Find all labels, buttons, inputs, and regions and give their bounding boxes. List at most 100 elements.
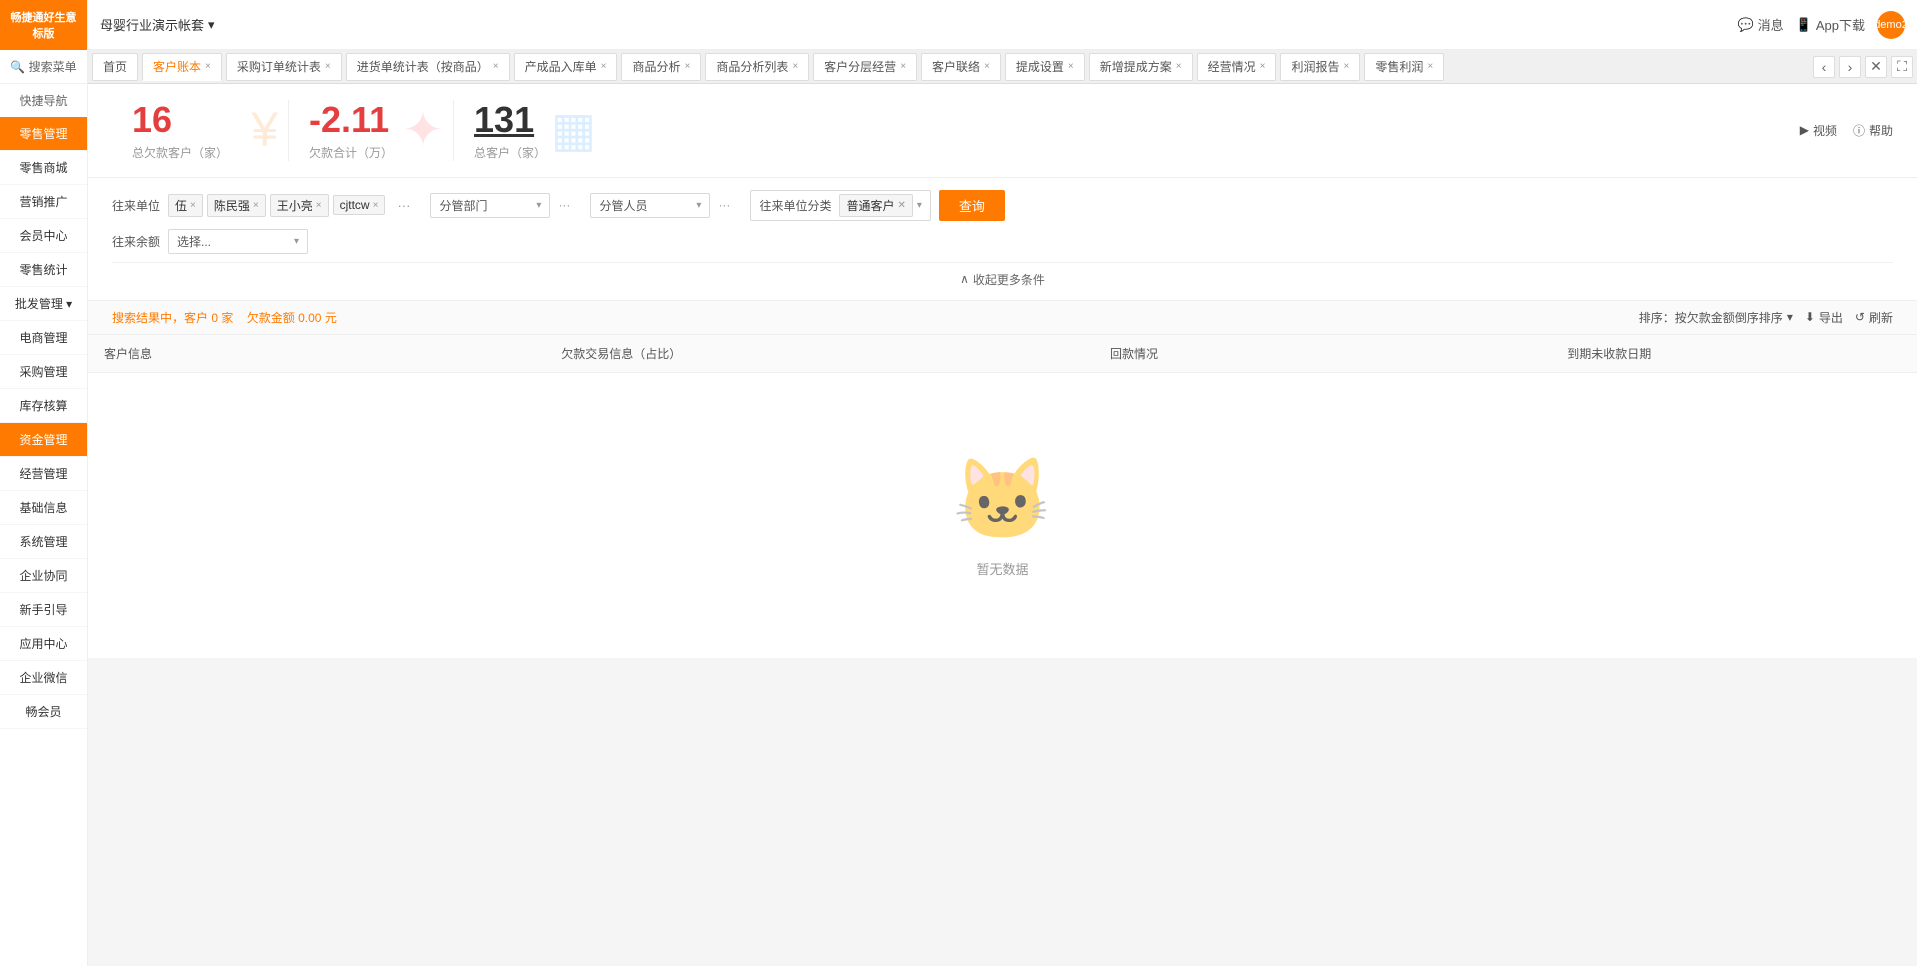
empty-text: 暂无数据 <box>976 559 1028 578</box>
sidebar-item-appstore[interactable]: 应用中心 <box>0 627 87 661</box>
sidebar-item-system[interactable]: 系统管理 <box>0 525 87 559</box>
sort-select[interactable]: 排序：按欠款金额倒序排序 ▾ <box>1639 309 1793 326</box>
results-bar: 搜索结果中，客户 0 家 欠款金额 0.00 元 排序：按欠款金额倒序排序 ▾ … <box>88 301 1917 335</box>
app-download-btn[interactable]: 📱 App下载 <box>1796 15 1865 34</box>
person-select[interactable]: 分管人员 ▾ <box>590 193 710 218</box>
export-icon: ⬇ <box>1805 310 1815 324</box>
col-customer-info: 客户信息 <box>88 335 545 373</box>
sidebar-item-enterprise[interactable]: 企业协同 <box>0 559 87 593</box>
tab-close-customer-contact[interactable]: × <box>984 61 990 72</box>
sidebar-item-marketing[interactable]: 营销推广 <box>0 185 87 219</box>
tab-close-product-analysis-list[interactable]: × <box>792 61 798 72</box>
tab-close-promotion-settings[interactable]: × <box>1068 61 1074 72</box>
tab-label-inbound-stats: 进货单统计表（按商品） <box>357 58 489 75</box>
sidebar-item-batch-manage[interactable]: 批发管理 ▾ <box>0 287 87 321</box>
message-btn[interactable]: 💬 消息 <box>1737 15 1783 34</box>
tab-close-product-inbound[interactable]: × <box>601 61 607 72</box>
tab-close-retail-profit[interactable]: × <box>1427 61 1433 72</box>
tab-next-btn[interactable]: › <box>1839 56 1861 78</box>
sidebar-item-finance[interactable]: 资金管理 <box>0 423 87 457</box>
dept-select[interactable]: 分管部门 ▾ <box>430 193 550 218</box>
filter-area: 往来单位 伍 ×陈民强 ×王小亮 ×cjttcw × ··· 分管部门 ▾ ··… <box>88 178 1917 301</box>
filter-tag-remove[interactable]: × <box>373 200 379 211</box>
tab-product-analysis[interactable]: 商品分析× <box>621 53 701 81</box>
stat-customers-icon: ¥ <box>251 103 278 158</box>
sort-chevron: ▾ <box>1787 310 1793 324</box>
refresh-btn[interactable]: ↺ 刷新 <box>1855 309 1893 326</box>
tab-promotion-settings[interactable]: 提成设置× <box>1005 53 1085 81</box>
balance-select[interactable]: 选择... ▾ <box>168 229 308 254</box>
video-btn[interactable]: ▶ 视频 <box>1800 122 1837 139</box>
tab-close-customer-segment[interactable]: × <box>900 61 906 72</box>
sidebar-quick-nav[interactable]: 快捷导航 <box>0 84 87 117</box>
sidebar-item-member-center[interactable]: 会员中心 <box>0 219 87 253</box>
filter-row-1: 往来单位 伍 ×陈民强 ×王小亮 ×cjttcw × ··· 分管部门 ▾ ··… <box>112 190 1893 221</box>
filter-tags: 伍 ×陈民强 ×王小亮 ×cjttcw × <box>168 194 385 217</box>
sidebar-item-basic-info[interactable]: 基础信息 <box>0 491 87 525</box>
tab-prev-btn[interactable]: ‹ <box>1813 56 1835 78</box>
results-count: 0 <box>211 311 218 325</box>
unit-label: 往来单位 <box>112 197 160 214</box>
tab-close-operations[interactable]: × <box>1260 61 1266 72</box>
sidebar-item-purchase[interactable]: 采购管理 <box>0 355 87 389</box>
sidebar-item-operation[interactable]: 经营管理 <box>0 457 87 491</box>
tab-close-customer-book[interactable]: × <box>205 61 211 72</box>
dept-more[interactable]: ··· <box>558 198 570 212</box>
avatar[interactable]: demo2 <box>1877 11 1905 39</box>
tab-retail-profit[interactable]: 零售利润× <box>1364 53 1444 81</box>
sidebar-item-inventory[interactable]: 库存核算 <box>0 389 87 423</box>
tab-label-product-inbound: 产成品入库单 <box>525 58 597 75</box>
tab-home[interactable]: 首页 <box>92 53 138 81</box>
company-selector[interactable]: 母婴行业演示帐套 ▾ <box>100 15 215 34</box>
sidebar-search[interactable]: 🔍 搜索菜单 <box>0 50 87 84</box>
tab-close-product-analysis[interactable]: × <box>684 61 690 72</box>
table-header-row: 客户信息 欠款交易信息（占比） 回款情况 到期未收款日期 <box>88 335 1917 373</box>
sidebar-item-wechat[interactable]: 企业微信 <box>0 661 87 695</box>
tab-new-promotion[interactable]: 新增提成方案× <box>1089 53 1193 81</box>
collapse-btn[interactable]: ∧ 收起更多条件 <box>948 267 1057 292</box>
sidebar-item-retail-stats[interactable]: 零售统计 <box>0 253 87 287</box>
sidebar-item-ecommerce[interactable]: 电商管理 <box>0 321 87 355</box>
tab-profit-report[interactable]: 利润报告× <box>1280 53 1360 81</box>
tab-customer-contact[interactable]: 客户联络× <box>921 53 1001 81</box>
category-select[interactable]: 往来单位分类 普通客户 ✕ ▾ <box>750 190 930 221</box>
tab-operations[interactable]: 经营情况× <box>1197 53 1277 81</box>
tab-close-new-promotion[interactable]: × <box>1176 61 1182 72</box>
tab-customer-book[interactable]: 客户账本× <box>142 53 222 81</box>
help-btn[interactable]: ⓘ 帮助 <box>1853 122 1893 139</box>
query-button[interactable]: 查询 <box>939 190 1005 221</box>
category-tag-remove[interactable]: ✕ <box>897 200 905 211</box>
balance-label: 往来余额 <box>112 233 160 250</box>
main-content: 母婴行业演示帐套 ▾ 💬 消息 📱 App下载 demo2 首页客户账本×采购订… <box>88 0 1917 966</box>
filter-tag-remove[interactable]: × <box>316 200 322 211</box>
tab-product-analysis-list[interactable]: 商品分析列表× <box>705 53 809 81</box>
sidebar-item-retail-mall[interactable]: 零售商城 <box>0 151 87 185</box>
filter-tag-remove[interactable]: × <box>190 200 196 211</box>
export-btn[interactable]: ⬇ 导出 <box>1805 309 1843 326</box>
tab-close-purchase-order-stats[interactable]: × <box>325 61 331 72</box>
tab-close-profit-report[interactable]: × <box>1343 61 1349 72</box>
topbar: 母婴行业演示帐套 ▾ 💬 消息 📱 App下载 demo2 <box>88 0 1917 50</box>
stat-debt: -2.11 欠款合计（万） ✦ <box>288 100 453 161</box>
stat-total-customers-value: 131 <box>474 100 534 140</box>
sidebar-item-retail-manage[interactable]: 零售管理 <box>0 117 87 151</box>
tab-close-inbound-stats[interactable]: × <box>493 61 499 72</box>
filter-row-2: 往来余额 选择... ▾ <box>112 229 1893 254</box>
tab-close-all-btn[interactable]: ✕ <box>1865 56 1887 78</box>
stat-customers: 16 总欠款客户（家） ¥ <box>112 100 288 161</box>
tab-purchase-order-stats[interactable]: 采购订单统计表× <box>226 53 342 81</box>
person-more[interactable]: ··· <box>718 198 730 212</box>
tab-inbound-stats[interactable]: 进货单统计表（按商品） × <box>346 53 510 81</box>
sidebar-item-newbie[interactable]: 新手引导 <box>0 593 87 627</box>
stat-debt-value: -2.11 <box>309 100 389 140</box>
filter-collapse-row: ∧ 收起更多条件 <box>112 262 1893 292</box>
tab-customer-segment[interactable]: 客户分层经营 × <box>813 53 917 81</box>
sidebar-item-vip[interactable]: 畅会员 <box>0 695 87 729</box>
tab-fullscreen-btn[interactable]: ⛶ <box>1891 56 1913 78</box>
stat-customers-value: 16 <box>132 100 172 140</box>
message-icon: 💬 <box>1737 17 1753 33</box>
filter-more-tags[interactable]: ··· <box>397 198 410 213</box>
filter-tag-remove[interactable]: × <box>253 200 259 211</box>
tab-label-customer-segment: 客户分层经营 <box>824 58 896 75</box>
tab-product-inbound[interactable]: 产成品入库单 × <box>514 53 618 81</box>
